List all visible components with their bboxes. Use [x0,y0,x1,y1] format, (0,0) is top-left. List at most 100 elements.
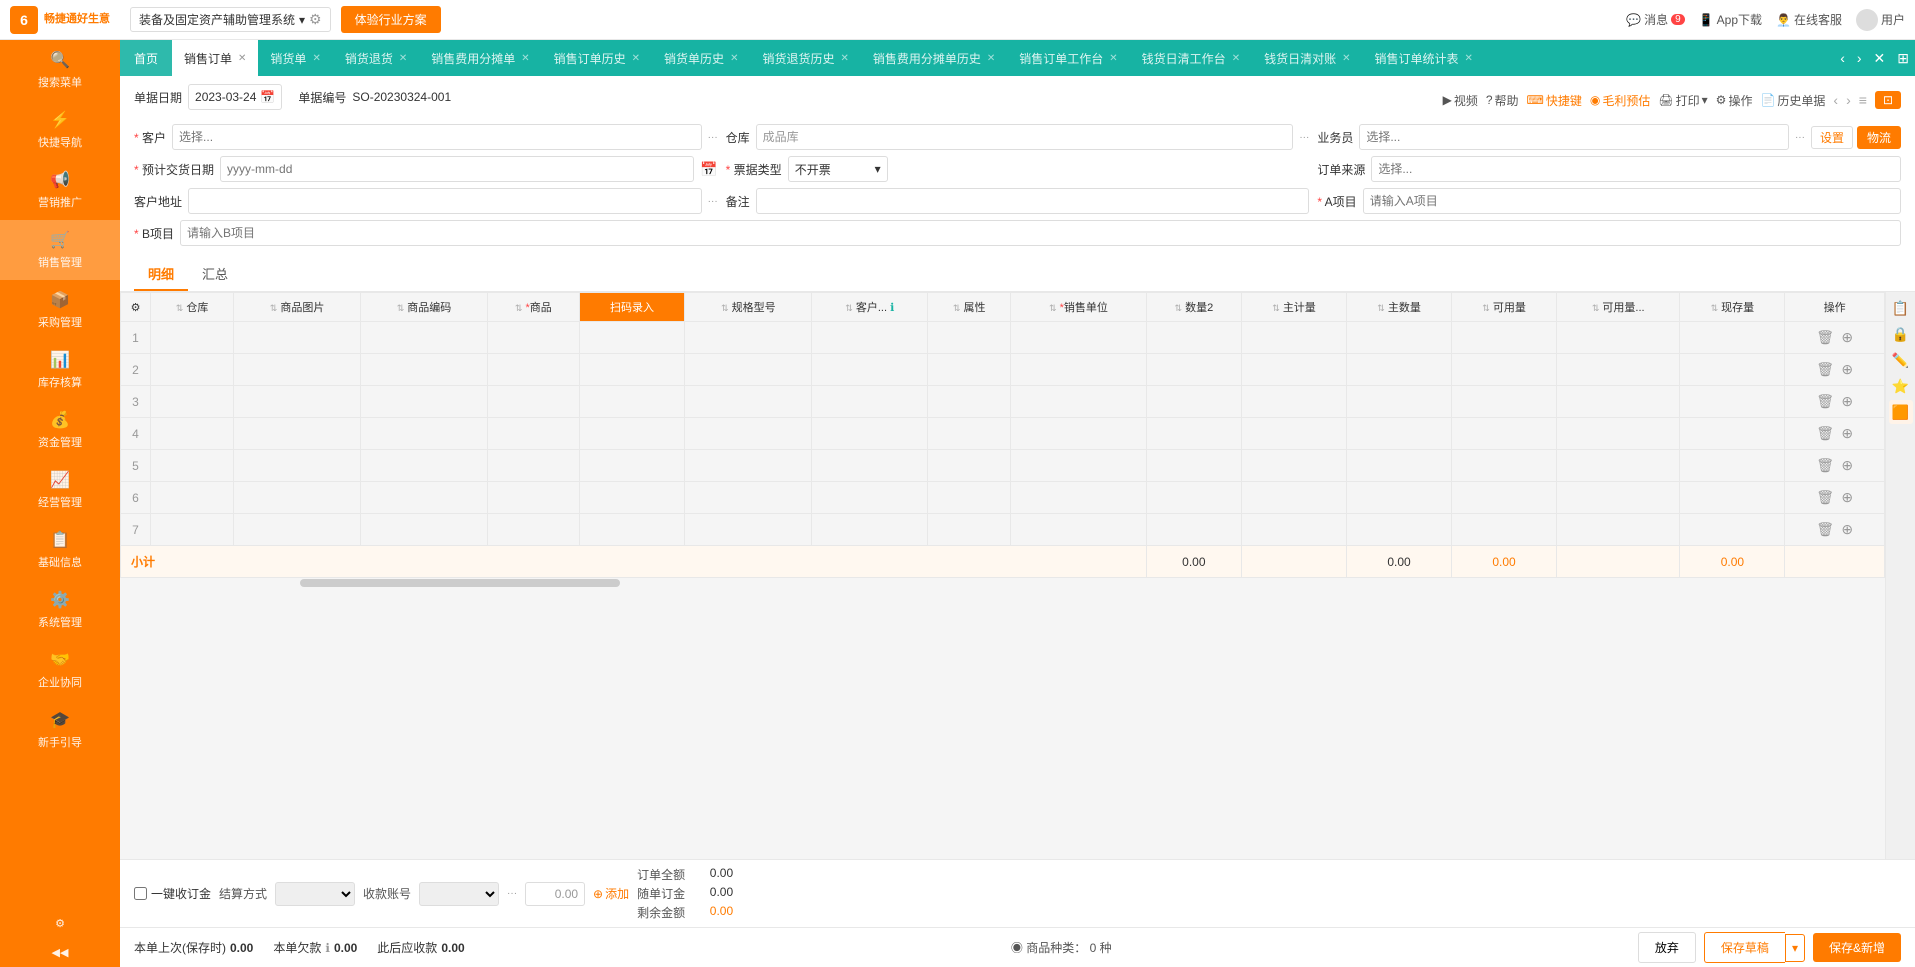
a-project-input[interactable] [1363,188,1901,214]
copy-row-btn[interactable]: ⊕ [1841,361,1853,377]
tab-close-icon[interactable]: ✕ [238,53,246,64]
tab-sales-stats[interactable]: 销售订单统计表 ✕ [1362,40,1484,76]
salesperson-input[interactable] [1359,124,1789,150]
tab-close-icon[interactable]: ✕ [399,53,407,64]
tab-close-icon[interactable]: ✕ [521,53,529,64]
right-icon-1[interactable]: 📋 [1889,296,1913,320]
online-service-btn[interactable]: 👨‍💼 在线客服 [1776,11,1842,28]
date-input[interactable]: 2023-03-24 📅 [188,84,282,110]
layout-icon[interactable]: ≡ [1859,92,1867,108]
sidebar-settings-btn[interactable]: ⚙ [0,909,120,938]
discard-btn[interactable]: 放弃 [1638,932,1696,963]
save-draft-btn[interactable]: 保存草稿 [1704,932,1785,963]
app-download-btn[interactable]: 📱 App下载 [1699,11,1762,28]
delivery-date-input[interactable] [220,156,694,182]
history-btn[interactable]: 📄 历史单据 [1760,92,1825,109]
invoice-type-select[interactable]: 不开票 ▾ [788,156,888,182]
one-click-checkbox-input[interactable] [134,887,147,900]
customer-input[interactable] [172,124,702,150]
nav-prev-btn[interactable]: ‹ [1833,92,1838,108]
address-more-btn[interactable]: ··· [708,196,718,207]
tab-fee-history[interactable]: 销售费用分摊单历史 ✕ [861,40,1007,76]
col-settings[interactable]: ⚙ [121,293,151,322]
delete-row-btn[interactable]: 🗑 [1816,425,1834,441]
remark-input[interactable] [756,188,1310,214]
tab-sales-goods[interactable]: 销货单 ✕ [258,40,332,76]
tab-goods-history[interactable]: 销货单历史 ✕ [652,40,750,76]
save-new-btn[interactable]: 保存&新增 [1813,933,1901,962]
tab-return[interactable]: 销货退货 ✕ [333,40,419,76]
nav-next-btn[interactable]: › [1846,92,1851,108]
delete-row-btn[interactable]: 🗑 [1816,393,1834,409]
order-source-input[interactable] [1371,156,1901,182]
table-wrapper[interactable]: ⚙ ⇅ 仓库 ⇅ 商品图片 ⇅ 商品编码 ⇅ *商品 扫码录入 ⇅ 规格型号 ⇅… [120,292,1885,859]
right-icon-2[interactable]: 🔒 [1889,322,1913,346]
sidebar-item-quick-nav[interactable]: ⚡ 快捷导航 [0,100,120,160]
system-title[interactable]: 装备及固定资产辅助管理系统 ▾ ⚙ [130,7,331,32]
industry-btn[interactable]: 体验行业方案 [341,6,441,33]
tab-close-icon[interactable]: ✕ [730,53,738,64]
scrollbar-thumb[interactable] [300,579,620,587]
message-btn[interactable]: 💬 消息 9 [1626,11,1685,28]
right-icon-5[interactable]: 🟧 [1889,400,1913,424]
tab-order-workbench[interactable]: 销售订单工作台 ✕ [1007,40,1129,76]
add-payment-btn[interactable]: ⊕ 添加 [593,885,629,902]
sidebar-item-finance[interactable]: 💰 资金管理 [0,400,120,460]
sidebar-item-system[interactable]: ⚙️ 系统管理 [0,580,120,640]
copy-row-btn[interactable]: ⊕ [1841,425,1853,441]
tab-return-history[interactable]: 销货退货历史 ✕ [750,40,860,76]
sidebar-item-marketing[interactable]: 📢 营销推广 [0,160,120,220]
nav-close-all-btn[interactable]: ✕ [1868,50,1892,67]
tab-close-icon[interactable]: ✕ [1465,53,1473,64]
tab-close-icon[interactable]: ✕ [312,53,320,64]
tab-close-icon[interactable]: ✕ [1232,53,1240,64]
tab-close-icon[interactable]: ✕ [632,53,640,64]
tab-close-icon[interactable]: ✕ [1109,53,1117,64]
delete-row-btn[interactable]: 🗑 [1816,457,1834,473]
shortcut-btn[interactable]: ⌨ 快捷键 [1527,92,1582,109]
setting-field-btn[interactable]: 设置 [1811,126,1853,149]
one-click-checkbox[interactable]: 一键收订金 [134,885,211,902]
tab-fee-split[interactable]: 销售费用分摊单 ✕ [419,40,541,76]
tab-daily-clear-workbench[interactable]: 钱货日清工作台 ✕ [1130,40,1252,76]
copy-row-btn[interactable]: ⊕ [1841,393,1853,409]
help-btn[interactable]: ? 帮助 [1486,92,1519,109]
settings-icon[interactable]: ⚙ [309,11,322,28]
right-icon-3[interactable]: ✏️ [1889,348,1913,372]
fullscreen-btn[interactable]: ⊡ [1875,91,1901,109]
col-scan[interactable]: 扫码录入 [579,293,685,322]
account-more-btn[interactable]: ··· [507,888,517,899]
tab-close-icon[interactable]: ✕ [1342,53,1350,64]
payment-amount-input[interactable] [525,882,585,906]
tab-summary[interactable]: 汇总 [188,258,242,291]
print-btn[interactable]: 🖨 打印 ▾ [1658,92,1707,109]
delete-row-btn[interactable]: 🗑 [1816,361,1834,377]
sidebar-item-operations[interactable]: 📈 经营管理 [0,460,120,520]
save-draft-dropdown-btn[interactable]: ▾ [1785,934,1805,962]
profit-forecast-btn[interactable]: ◉ 毛利预估 [1590,92,1651,109]
sidebar-item-enterprise[interactable]: 🤝 企业协同 [0,640,120,700]
tab-order-history[interactable]: 销售订单历史 ✕ [542,40,652,76]
nav-left-btn[interactable]: ‹ [1834,50,1851,66]
delete-row-btn[interactable]: 🗑 [1816,489,1834,505]
sidebar-collapse-btn[interactable]: ◀◀ [0,938,120,967]
copy-row-btn[interactable]: ⊕ [1841,329,1853,345]
sidebar-item-search[interactable]: 🔍 搜索菜单 [0,40,120,100]
sidebar-item-purchase[interactable]: 📦 采购管理 [0,280,120,340]
tab-close-icon[interactable]: ✕ [840,53,848,64]
copy-row-btn[interactable]: ⊕ [1841,489,1853,505]
delete-row-btn[interactable]: 🗑 [1816,521,1834,537]
tab-home[interactable]: 首页 [120,40,172,76]
copy-row-btn[interactable]: ⊕ [1841,457,1853,473]
b-project-input[interactable] [180,220,1901,246]
warehouse-input[interactable]: 成品库 [756,124,1294,150]
operation-btn[interactable]: ⚙ 操作 [1716,92,1753,109]
add-field-btn[interactable]: 物流 [1857,126,1901,149]
delete-row-btn[interactable]: 🗑 [1816,329,1834,345]
settlement-select[interactable] [275,882,355,906]
sidebar-item-inventory[interactable]: 📊 库存核算 [0,340,120,400]
account-select[interactable] [419,882,499,906]
sidebar-item-basic-info[interactable]: 📋 基础信息 [0,520,120,580]
nav-expand-btn[interactable]: ⊞ [1891,50,1915,67]
customer-more-btn[interactable]: ··· [708,132,718,143]
